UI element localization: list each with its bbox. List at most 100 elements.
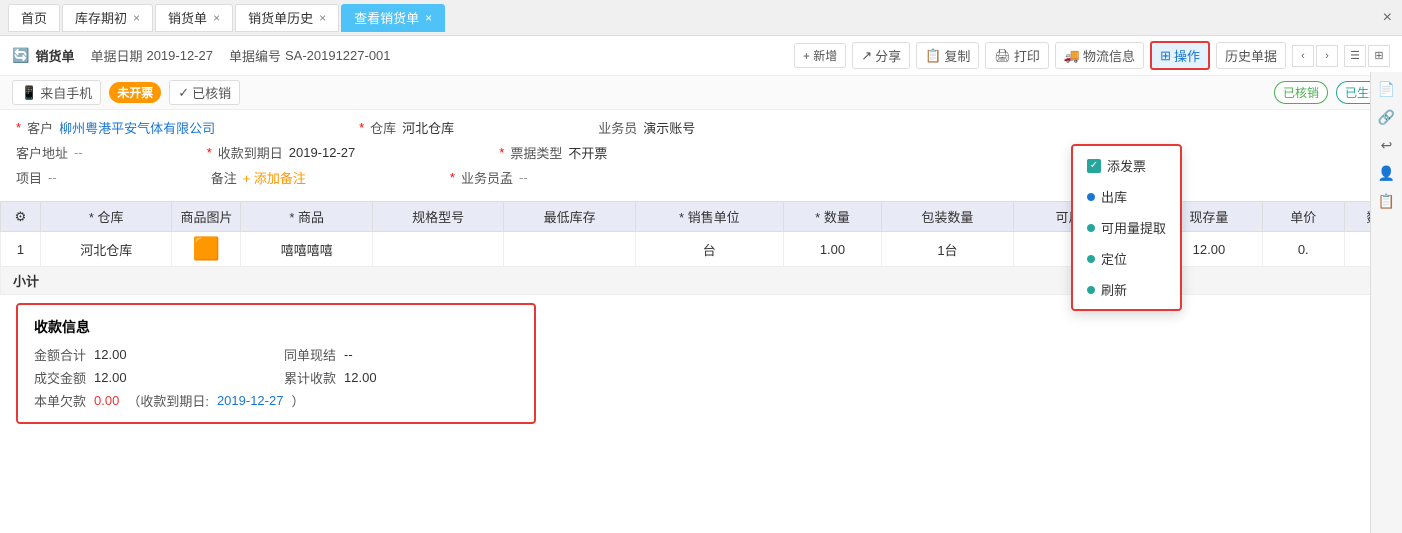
warehouse-field: * 仓库 河北仓库 bbox=[359, 118, 454, 137]
add-invoice-icon: ✓ bbox=[1087, 159, 1101, 173]
customer-field: * 客户 柳州粤港平安气体有限公司 bbox=[16, 118, 215, 137]
doc-number-label: 单据编号 SA-20191227-001 bbox=[229, 46, 391, 65]
th-price: 单价 bbox=[1262, 202, 1344, 232]
items-table-wrap: ⚙ * 仓库 商品图片 * 商品 规格型号 最低库存 * 销售单位 * 数量 包… bbox=[0, 201, 1402, 295]
total-amount-row: 金额合计 12.00 bbox=[34, 345, 268, 364]
doc-title: 销货单 bbox=[35, 46, 74, 65]
payment-date-field: * 收款到期日 2019-12-27 bbox=[207, 143, 356, 162]
address-value: -- bbox=[74, 145, 83, 160]
items-table: ⚙ * 仓库 商品图片 * 商品 规格型号 最低库存 * 销售单位 * 数量 包… bbox=[0, 201, 1402, 295]
row-product: 嘻嘻嘻嘻 bbox=[241, 232, 372, 267]
tab-close-history[interactable]: × bbox=[319, 11, 326, 25]
main-content-area: 🔄 销货单 单据日期 2019-12-27 单据编号 SA-20191227-0… bbox=[0, 36, 1402, 533]
logistics-icon: 🚚 bbox=[1064, 48, 1080, 64]
share-button[interactable]: ↗ 分享 bbox=[852, 42, 910, 69]
doc-meta: 单据日期 2019-12-27 单据编号 SA-20191227-001 bbox=[90, 46, 390, 65]
document-header: 🔄 销货单 单据日期 2019-12-27 单据编号 SA-20191227-0… bbox=[0, 36, 1402, 76]
nav-arrows: ‹ › bbox=[1292, 45, 1338, 67]
next-button[interactable]: › bbox=[1316, 45, 1338, 67]
menu-item-available-qty[interactable]: 可用量提取 bbox=[1073, 212, 1180, 243]
cumulative-payment-value: 12.00 bbox=[344, 370, 377, 385]
grid-icon: ⊞ bbox=[1160, 48, 1171, 64]
tabs-bar: 首页 库存期初 × 销货单 × 销货单历史 × 查看销货单 × × bbox=[0, 0, 1402, 36]
tab-inventory-init[interactable]: 库存期初 × bbox=[62, 4, 153, 32]
balance-row: 本单欠款 0.00 （收款到期日: 2019-12-27 ） bbox=[34, 391, 518, 410]
project-value: -- bbox=[48, 170, 57, 185]
tab-close-inventory[interactable]: × bbox=[133, 11, 140, 25]
prev-button[interactable]: ‹ bbox=[1292, 45, 1314, 67]
row-num: 1 bbox=[1, 232, 41, 267]
subtotal-row: 小计 bbox=[1, 267, 1402, 295]
phone-icon: 📱 bbox=[21, 85, 37, 101]
print-icon: 🖨 bbox=[994, 48, 1011, 64]
salesperson2-value: -- bbox=[519, 170, 528, 185]
sidebar-btn-2[interactable]: 🔗 bbox=[1374, 104, 1400, 130]
form-row-1: * 客户 柳州粤港平安气体有限公司 * 仓库 河北仓库 业务员 演示账号 bbox=[16, 118, 1386, 137]
balance-value: 0.00 bbox=[94, 393, 119, 408]
history-button[interactable]: 历史单据 bbox=[1216, 42, 1286, 69]
salesperson2-field: * 业务员孟 -- bbox=[450, 168, 528, 187]
form-area: * 客户 柳州粤港平安气体有限公司 * 仓库 河北仓库 业务员 演示账号 客户地… bbox=[0, 110, 1402, 201]
view-buttons: ☰ ⊞ bbox=[1344, 45, 1390, 67]
sidebar-btn-5[interactable]: 📋 bbox=[1374, 188, 1400, 214]
locate-icon bbox=[1087, 255, 1095, 263]
salesperson-value: 演示账号 bbox=[643, 118, 695, 137]
transaction-amount-value: 12.00 bbox=[94, 370, 127, 385]
tab-home[interactable]: 首页 bbox=[8, 4, 60, 32]
warehouse-value: 河北仓库 bbox=[402, 118, 454, 137]
transaction-amount-row: 成交金额 12.00 bbox=[34, 368, 268, 387]
same-order-value: -- bbox=[344, 347, 353, 362]
address-field: 客户地址 -- bbox=[16, 143, 83, 162]
close-all-tabs-button[interactable]: × bbox=[1383, 9, 1392, 27]
right-sidebar: 📄 🔗 ↩ 👤 📋 ⬜ bbox=[1370, 72, 1402, 533]
tab-sales-order[interactable]: 销货单 × bbox=[155, 4, 233, 32]
tab-close-sales[interactable]: × bbox=[213, 11, 220, 25]
customer-value[interactable]: 柳州粤港平安气体有限公司 bbox=[59, 118, 215, 137]
row-price: 0. bbox=[1262, 232, 1344, 267]
project-field: 项目 -- bbox=[16, 168, 57, 187]
menu-item-ship[interactable]: 出库 bbox=[1073, 181, 1180, 212]
th-pkg-qty: 包装数量 bbox=[882, 202, 1013, 232]
payment-info-box: 收款信息 金额合计 12.00 同单现结 -- 成交金额 12.00 累计收款 … bbox=[16, 303, 536, 424]
sidebar-btn-3[interactable]: ↩ bbox=[1374, 132, 1400, 158]
menu-item-add-invoice[interactable]: ✓ 添发票 bbox=[1073, 150, 1180, 181]
product-image-icon: 🟧 bbox=[193, 236, 220, 261]
sidebar-btn-1[interactable]: 📄 bbox=[1374, 76, 1400, 102]
th-settings[interactable]: ⚙ bbox=[1, 202, 41, 232]
row-warehouse: 河北仓库 bbox=[41, 232, 172, 267]
table-header-row: ⚙ * 仓库 商品图片 * 商品 规格型号 最低库存 * 销售单位 * 数量 包… bbox=[1, 202, 1402, 232]
menu-item-locate[interactable]: 定位 bbox=[1073, 243, 1180, 274]
new-button[interactable]: + 新增 bbox=[794, 43, 846, 68]
print-button[interactable]: 🖨 打印 bbox=[985, 42, 1049, 69]
copy-button[interactable]: 📋 复制 bbox=[916, 42, 979, 69]
subtotal-label: 小计 bbox=[1, 267, 1402, 295]
from-phone-button[interactable]: 📱 来自手机 bbox=[12, 80, 101, 105]
grid-view-button[interactable]: ⊞ bbox=[1368, 45, 1390, 67]
doc-date-label: 单据日期 2019-12-27 bbox=[90, 46, 213, 65]
refresh-icon bbox=[1087, 286, 1095, 294]
payment-title: 收款信息 bbox=[34, 317, 518, 337]
tab-sales-history[interactable]: 销货单历史 × bbox=[235, 4, 339, 32]
menu-item-refresh[interactable]: 刷新 bbox=[1073, 274, 1180, 305]
note-field: 备注 + 添加备注 bbox=[211, 168, 306, 187]
check-button[interactable]: ✓ 已核销 bbox=[169, 80, 240, 105]
tab-view-sales[interactable]: 查看销货单 × bbox=[341, 4, 445, 32]
logistics-button[interactable]: 🚚 物流信息 bbox=[1055, 42, 1144, 69]
th-image: 商品图片 bbox=[172, 202, 241, 232]
row-min-stock bbox=[504, 232, 635, 267]
add-note-button[interactable]: + 添加备注 bbox=[243, 168, 306, 187]
tab-close-view[interactable]: × bbox=[425, 11, 432, 25]
share-icon: ↗ bbox=[861, 48, 872, 64]
sidebar-btn-4[interactable]: 👤 bbox=[1374, 160, 1400, 186]
cumulative-payment-row: 累计收款 12.00 bbox=[284, 368, 518, 387]
total-amount-value: 12.00 bbox=[94, 347, 127, 362]
operation-dropdown-menu: ✓ 添发票 出库 可用量提取 定位 刷新 bbox=[1071, 144, 1182, 311]
payment-date-value: 2019-12-27 bbox=[289, 145, 356, 160]
row-image: 🟧 bbox=[172, 232, 241, 267]
same-order-row: 同单现结 -- bbox=[284, 345, 518, 364]
not-open-badge: 未开票 bbox=[109, 82, 161, 103]
list-view-button[interactable]: ☰ bbox=[1344, 45, 1366, 67]
th-product: * 商品 bbox=[241, 202, 372, 232]
operation-button[interactable]: ⊞ 操作 bbox=[1150, 41, 1210, 70]
available-icon bbox=[1087, 224, 1095, 232]
